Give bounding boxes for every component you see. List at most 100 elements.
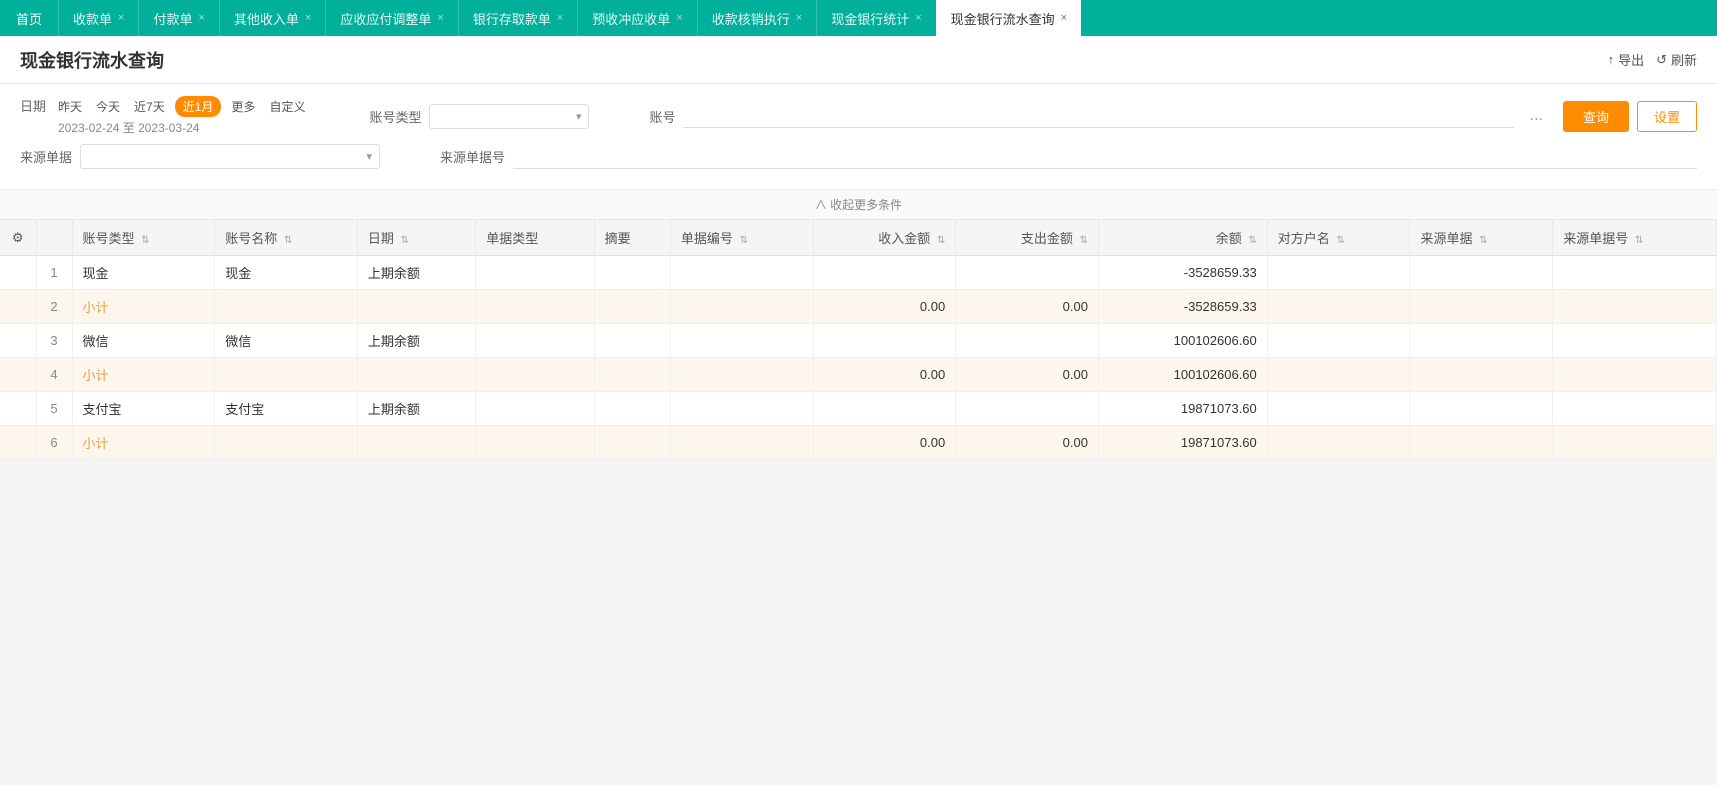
td-expense bbox=[956, 256, 1099, 290]
th-account-name[interactable]: 账号名称 ⇅ bbox=[215, 220, 358, 256]
th-counterpart[interactable]: 对方户名 ⇅ bbox=[1267, 220, 1410, 256]
date-btn-today[interactable]: 今天 bbox=[92, 96, 124, 117]
settings-button[interactable]: 设置 bbox=[1637, 101, 1697, 132]
td-balance: -3528659.33 bbox=[1098, 256, 1267, 290]
td-account-type: 微信 bbox=[72, 324, 215, 358]
nav-tab-payments[interactable]: 付款单 × bbox=[138, 0, 218, 36]
refresh-button[interactable]: ↺ 刷新 bbox=[1656, 50, 1697, 69]
close-icon[interactable]: × bbox=[915, 12, 921, 24]
export-icon: ↑ bbox=[1608, 52, 1615, 67]
td-account-type: 现金 bbox=[72, 256, 215, 290]
account-input[interactable] bbox=[683, 104, 1513, 128]
td-doc-type bbox=[476, 290, 594, 324]
settings-icon: ⚙ bbox=[12, 230, 24, 245]
th-account-type[interactable]: 账号类型 ⇅ bbox=[72, 220, 215, 256]
collapse-label: 收起更多条件 bbox=[830, 198, 902, 212]
date-btn-7days[interactable]: 近7天 bbox=[130, 96, 169, 117]
account-type-select-wrapper: 现金 微信 支付宝 bbox=[429, 104, 589, 129]
td-source-doc-no bbox=[1553, 290, 1717, 324]
td-account-name bbox=[215, 358, 358, 392]
nav-tab-cash-bank-flow[interactable]: 现金银行流水查询 × bbox=[936, 0, 1081, 36]
sort-icon: ⇅ bbox=[1080, 235, 1088, 246]
sort-icon: ⇅ bbox=[401, 235, 409, 246]
date-btn-custom[interactable]: 自定义 bbox=[265, 96, 309, 117]
td-source-doc bbox=[1410, 426, 1553, 460]
td-source-doc bbox=[1410, 256, 1553, 290]
nav-tab-receipt-verification[interactable]: 收款核销执行 × bbox=[697, 0, 816, 36]
th-source-doc[interactable]: 来源单据 ⇅ bbox=[1410, 220, 1553, 256]
td-balance: 100102606.60 bbox=[1098, 324, 1267, 358]
td-expense bbox=[956, 324, 1099, 358]
close-icon[interactable]: × bbox=[676, 12, 682, 24]
td-counterpart bbox=[1267, 290, 1410, 324]
th-settings[interactable]: ⚙ bbox=[0, 220, 36, 256]
sort-icon: ⇅ bbox=[1635, 235, 1643, 246]
nav-home[interactable]: 首页 bbox=[0, 0, 58, 36]
td-summary bbox=[594, 324, 670, 358]
td-balance: -3528659.33 bbox=[1098, 290, 1267, 324]
table-row: 3 微信 微信 上期余额 100102606.60 bbox=[0, 324, 1717, 358]
nav-tab-other-income[interactable]: 其他收入单 × bbox=[219, 0, 325, 36]
td-settings-cell bbox=[0, 392, 36, 426]
th-row-num bbox=[36, 220, 72, 256]
td-income: 0.00 bbox=[813, 426, 956, 460]
nav-tab-bank-deposit[interactable]: 银行存取款单 × bbox=[458, 0, 577, 36]
account-label: 账号 bbox=[649, 107, 675, 126]
td-summary bbox=[594, 358, 670, 392]
date-btn-1month[interactable]: 近1月 bbox=[175, 96, 222, 117]
date-btn-more[interactable]: 更多 bbox=[227, 96, 259, 117]
th-income[interactable]: 收入金额 ⇅ bbox=[813, 220, 956, 256]
td-doc-type bbox=[476, 426, 594, 460]
th-source-doc-no[interactable]: 来源单据号 ⇅ bbox=[1553, 220, 1717, 256]
query-button[interactable]: 查询 bbox=[1563, 101, 1629, 132]
collapse-bar[interactable]: ∧ 收起更多条件 bbox=[0, 190, 1717, 220]
close-icon[interactable]: × bbox=[557, 12, 563, 24]
table-row: 5 支付宝 支付宝 上期余额 19871073.60 bbox=[0, 392, 1717, 426]
close-icon[interactable]: × bbox=[1061, 12, 1067, 24]
nav-tab-advance-offset[interactable]: 预收冲应收单 × bbox=[577, 0, 696, 36]
table-header-row: ⚙ 账号类型 ⇅ 账号名称 ⇅ 日期 ⇅ 单据类型 bbox=[0, 220, 1717, 256]
source-doc-select[interactable] bbox=[80, 144, 380, 169]
td-doc-type bbox=[476, 256, 594, 290]
nav-tab-receipts[interactable]: 收款单 × bbox=[58, 0, 138, 36]
td-settings-cell bbox=[0, 290, 36, 324]
td-counterpart bbox=[1267, 256, 1410, 290]
close-icon[interactable]: × bbox=[305, 12, 311, 24]
account-type-filter-group: 账号类型 现金 微信 支付宝 bbox=[369, 104, 589, 129]
table-container: ⚙ 账号类型 ⇅ 账号名称 ⇅ 日期 ⇅ 单据类型 bbox=[0, 220, 1717, 460]
td-source-doc bbox=[1410, 392, 1553, 426]
th-balance[interactable]: 余额 ⇅ bbox=[1098, 220, 1267, 256]
sort-icon: ⇅ bbox=[1479, 235, 1487, 246]
table-row: 6 小计 0.00 0.00 19871073.60 bbox=[0, 426, 1717, 460]
sort-icon: ⇅ bbox=[141, 235, 149, 246]
close-icon[interactable]: × bbox=[437, 12, 443, 24]
td-source-doc-no bbox=[1553, 392, 1717, 426]
th-doc-no[interactable]: 单据编号 ⇅ bbox=[670, 220, 813, 256]
close-icon[interactable]: × bbox=[796, 12, 802, 24]
td-row-num: 6 bbox=[36, 426, 72, 460]
td-expense: 0.00 bbox=[956, 358, 1099, 392]
close-icon[interactable]: × bbox=[198, 12, 204, 24]
th-expense[interactable]: 支出金额 ⇅ bbox=[956, 220, 1099, 256]
account-type-select[interactable]: 现金 微信 支付宝 bbox=[429, 104, 589, 129]
date-btn-yesterday[interactable]: 昨天 bbox=[54, 96, 86, 117]
date-filter-label: 日期 bbox=[20, 96, 46, 115]
th-date[interactable]: 日期 ⇅ bbox=[357, 220, 475, 256]
sort-icon: ⇅ bbox=[1248, 235, 1256, 246]
nav-tab-cash-bank-stats[interactable]: 现金银行统计 × bbox=[816, 0, 935, 36]
export-button[interactable]: ↑ 导出 bbox=[1608, 50, 1645, 69]
td-balance: 19871073.60 bbox=[1098, 426, 1267, 460]
account-dots-btn[interactable]: ... bbox=[1530, 107, 1543, 125]
td-income bbox=[813, 256, 956, 290]
nav-tab-ar-ap-adjust[interactable]: 应收应付调整单 × bbox=[325, 0, 457, 36]
td-counterpart bbox=[1267, 324, 1410, 358]
source-doc-num-input[interactable] bbox=[513, 145, 1697, 169]
td-date bbox=[357, 290, 475, 324]
close-icon[interactable]: × bbox=[118, 12, 124, 24]
sort-icon: ⇅ bbox=[284, 235, 292, 246]
td-doc-type bbox=[476, 358, 594, 392]
td-counterpart bbox=[1267, 426, 1410, 460]
td-account-name bbox=[215, 426, 358, 460]
td-doc-type bbox=[476, 324, 594, 358]
td-expense bbox=[956, 392, 1099, 426]
